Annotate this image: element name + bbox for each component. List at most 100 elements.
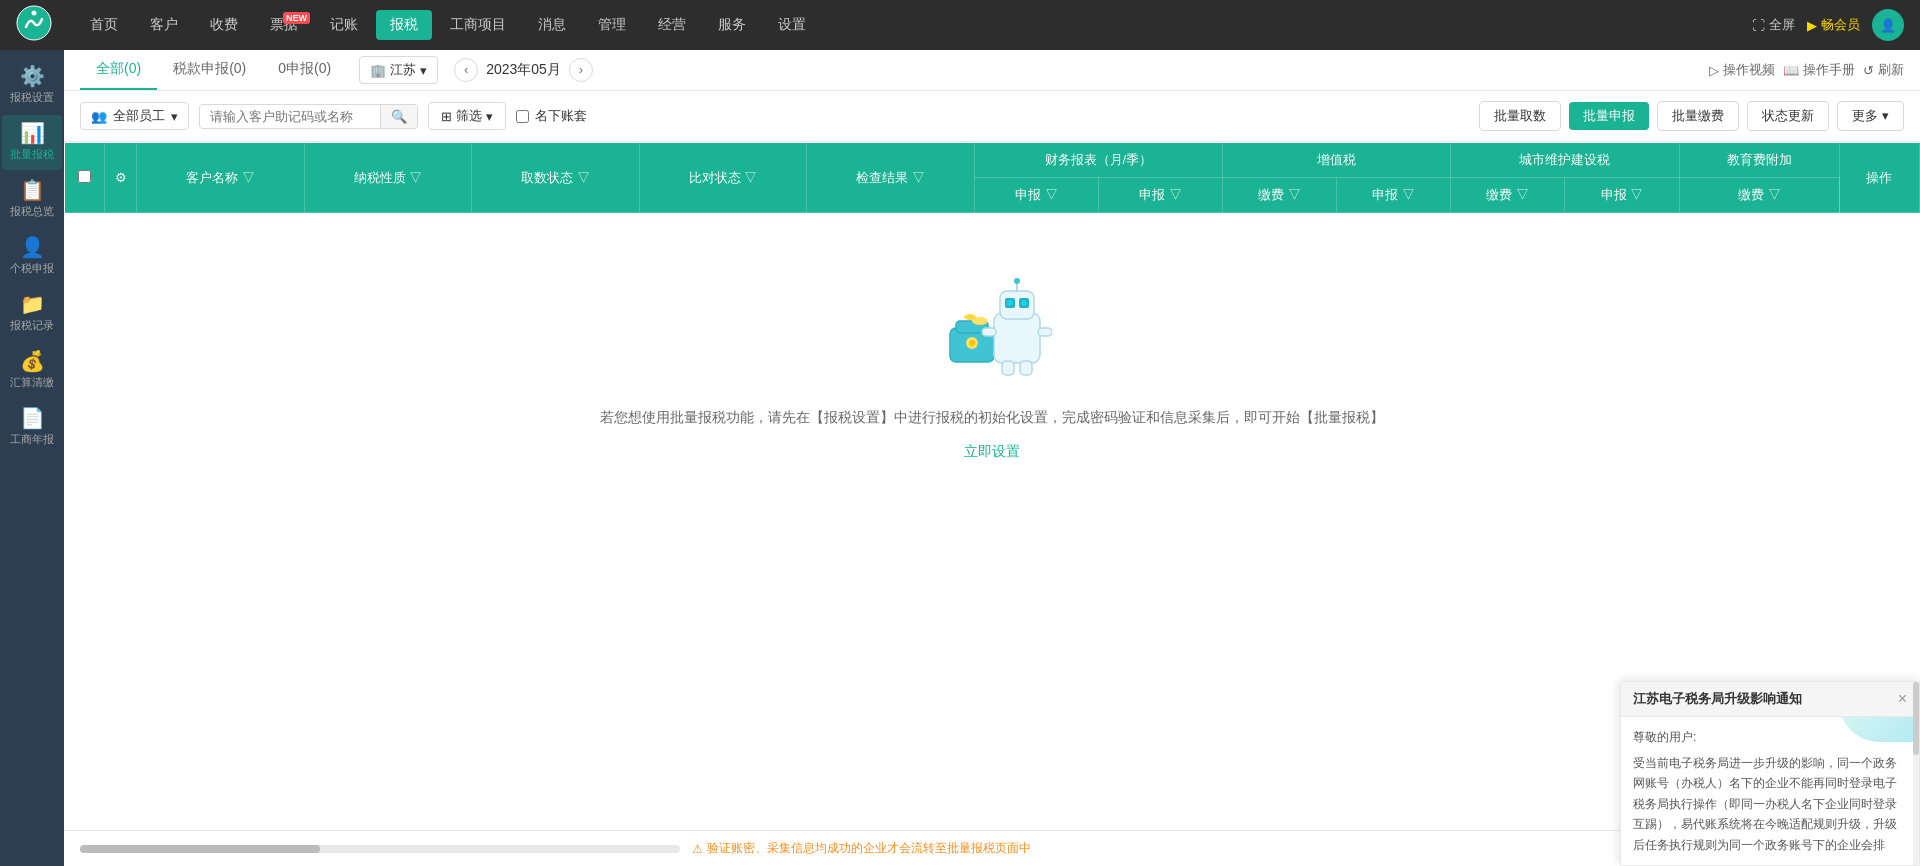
nav-accounting[interactable]: 记账 bbox=[316, 10, 372, 40]
sidebar-item-label: 报税记录 bbox=[10, 318, 54, 333]
nav-settings[interactable]: 设置 bbox=[764, 10, 820, 40]
search-button[interactable]: 🔍 bbox=[380, 105, 417, 128]
region-label: 江苏 bbox=[390, 61, 416, 79]
sidebar-item-tax-settings[interactable]: ⚙️ 报税设置 bbox=[2, 58, 62, 113]
status-update-button[interactable]: 状态更新 bbox=[1747, 101, 1829, 131]
setup-link[interactable]: 立即设置 bbox=[964, 443, 1020, 461]
dropdown-icon: ▾ bbox=[171, 109, 178, 124]
filter-button[interactable]: ⊞ 筛选 ▾ bbox=[428, 102, 506, 130]
current-month: 2023年05月 bbox=[486, 61, 561, 79]
region-selector[interactable]: 🏢 江苏 ▾ bbox=[359, 56, 438, 84]
nav-service[interactable]: 服务 bbox=[704, 10, 760, 40]
nav-menu: 首页 客户 收费 票据 NEW 记账 报税 工商项目 消息 管理 经营 服务 设… bbox=[76, 10, 1752, 40]
toolbar-right-actions: 批量取数 批量申报 批量缴费 状态更新 更多 ▾ bbox=[1479, 101, 1904, 131]
batch-fetch-button[interactable]: 批量取数 bbox=[1479, 101, 1561, 131]
select-all-checkbox[interactable] bbox=[78, 170, 91, 183]
sidebar-item-tax-summary[interactable]: 📋 报税总览 bbox=[2, 172, 62, 227]
svg-rect-16 bbox=[982, 328, 996, 336]
nav-invoice[interactable]: 票据 NEW bbox=[256, 10, 312, 40]
more-button[interactable]: 更多 ▾ bbox=[1837, 101, 1904, 131]
batch-pay-button[interactable]: 批量缴费 bbox=[1657, 101, 1739, 131]
nav-right-actions: ⛶ 全屏 ▶ 畅会员 👤 bbox=[1752, 9, 1904, 41]
tab-zero[interactable]: 0申报(0) bbox=[262, 50, 347, 90]
sidebar-item-annual-report[interactable]: 📄 工商年报 bbox=[2, 400, 62, 455]
fullscreen-button[interactable]: ⛶ 全屏 bbox=[1752, 16, 1795, 34]
header-actions: ▷ 操作视频 📖 操作手册 ↺ 刷新 bbox=[1709, 61, 1904, 79]
app-logo[interactable] bbox=[16, 5, 56, 45]
region-icon: 🏢 bbox=[370, 63, 386, 78]
col-compare-status: 比对状态 ▽ bbox=[639, 143, 807, 213]
col-vat-declare: 申报 ▽ bbox=[1098, 178, 1222, 213]
staff-selector[interactable]: 👥 全部员工 ▾ bbox=[80, 102, 189, 130]
bottom-warning: ⚠ 验证账密、采集信息均成功的企业才会流转至批量报税页面中 bbox=[692, 840, 1031, 857]
personal-tax-icon: 👤 bbox=[20, 237, 45, 257]
sidebar-item-settlement[interactable]: 💰 汇算清缴 bbox=[2, 343, 62, 398]
filter-icon: ▽ bbox=[1516, 187, 1529, 202]
nav-message[interactable]: 消息 bbox=[524, 10, 580, 40]
notification-scroll-thumb bbox=[1913, 682, 1919, 755]
tab-all[interactable]: 全部(0) bbox=[80, 50, 157, 90]
nav-operation[interactable]: 经营 bbox=[644, 10, 700, 40]
col-tax-type: 纳税性质 ▽ bbox=[304, 143, 472, 213]
more-chevron-icon: ▾ bbox=[1882, 108, 1889, 123]
sidebar-item-personal-tax[interactable]: 👤 个税申报 bbox=[2, 229, 62, 284]
search-input[interactable] bbox=[200, 105, 380, 128]
nav-home[interactable]: 首页 bbox=[76, 10, 132, 40]
tab-section: 全部(0) 税款申报(0) 0申报(0) 🏢 江苏 ▾ ‹ 2023年05月 ›… bbox=[64, 50, 1920, 91]
next-month-button[interactable]: › bbox=[569, 58, 593, 82]
checkbox-label[interactable]: 名下账套 bbox=[516, 107, 587, 125]
sidebar-item-tax-records[interactable]: 📁 报税记录 bbox=[2, 286, 62, 341]
svg-point-1 bbox=[32, 11, 37, 16]
notification-close-button[interactable]: × bbox=[1898, 690, 1907, 708]
robot-illustration bbox=[932, 273, 1052, 393]
nav-customer[interactable]: 客户 bbox=[136, 10, 192, 40]
empty-description: 若您想使用批量报税功能，请先在【报税设置】中进行报税的初始化设置，完成密码验证和… bbox=[600, 409, 1384, 427]
nav-manage[interactable]: 管理 bbox=[584, 10, 640, 40]
svg-rect-19 bbox=[1020, 361, 1032, 375]
prev-month-button[interactable]: ‹ bbox=[454, 58, 478, 82]
col-financial-declare: 申报 ▽ bbox=[975, 178, 1099, 213]
svg-rect-8 bbox=[994, 313, 1040, 363]
sidebar-item-label: 工商年报 bbox=[10, 432, 54, 447]
filter-icon: ▽ bbox=[242, 170, 255, 185]
sub-accounts-checkbox[interactable] bbox=[516, 110, 529, 123]
chevron-down-icon: ▾ bbox=[420, 63, 427, 78]
member-icon: ▶ bbox=[1807, 18, 1817, 33]
col-customer-name: 客户名称 ▽ bbox=[137, 143, 305, 213]
svg-point-12 bbox=[1007, 300, 1013, 306]
user-avatar[interactable]: 👤 bbox=[1872, 9, 1904, 41]
fullscreen-icon: ⛶ bbox=[1752, 18, 1765, 33]
col-check-result: 检查结果 ▽ bbox=[807, 143, 975, 213]
notification-title: 江苏电子税务局升级影响通知 bbox=[1633, 690, 1802, 708]
tab-declaration[interactable]: 税款申报(0) bbox=[157, 50, 262, 90]
nav-billing[interactable]: 收费 bbox=[196, 10, 252, 40]
nav-business[interactable]: 工商项目 bbox=[436, 10, 520, 40]
sidebar-item-label: 批量报税 bbox=[10, 147, 54, 162]
video-link[interactable]: ▷ 操作视频 bbox=[1709, 61, 1775, 79]
filter-icon: ▽ bbox=[912, 170, 925, 185]
batch-declare-button[interactable]: 批量申报 bbox=[1569, 102, 1649, 130]
manual-link[interactable]: 📖 操作手册 bbox=[1783, 61, 1855, 79]
refresh-link[interactable]: ↺ 刷新 bbox=[1863, 61, 1904, 79]
col-vat-pay: 缴费 ▽ bbox=[1222, 178, 1336, 213]
nav-tax[interactable]: 报税 bbox=[376, 10, 432, 40]
tax-summary-icon: 📋 bbox=[20, 180, 45, 200]
filter-icon: ▽ bbox=[1768, 187, 1781, 202]
sidebar-item-label: 个税申报 bbox=[10, 261, 54, 276]
notification-scrollbar[interactable] bbox=[1913, 682, 1919, 865]
sidebar-item-batch-tax[interactable]: 📊 批量报税 bbox=[2, 115, 62, 170]
sidebar-item-label: 报税设置 bbox=[10, 90, 54, 105]
staff-icon: 👥 bbox=[91, 109, 107, 124]
notification-body: 尊敬的用户: 受当前电子税务局进一步升级的影响，同一个政务网账号（办税人）名下的… bbox=[1621, 717, 1919, 865]
warning-icon: ⚠ bbox=[692, 842, 703, 856]
svg-rect-18 bbox=[1002, 361, 1014, 375]
col-edu-declare: 申报 ▽ bbox=[1565, 178, 1679, 213]
search-wrapper: 🔍 bbox=[199, 104, 418, 129]
sidebar-item-label: 汇算清缴 bbox=[10, 375, 54, 390]
tax-records-icon: 📁 bbox=[20, 294, 45, 314]
toolbar: 👥 全部员工 ▾ 🔍 ⊞ 筛选 ▾ 名下账套 批量取数 批量申报 批量缴费 bbox=[64, 91, 1920, 142]
member-button[interactable]: ▶ 畅会员 bbox=[1807, 16, 1860, 34]
filter-icon: ▽ bbox=[1402, 187, 1415, 202]
sidebar: ⚙️ 报税设置 📊 批量报税 📋 报税总览 👤 个税申报 📁 报税记录 💰 汇算… bbox=[0, 50, 64, 866]
refresh-icon: ↺ bbox=[1863, 63, 1874, 78]
